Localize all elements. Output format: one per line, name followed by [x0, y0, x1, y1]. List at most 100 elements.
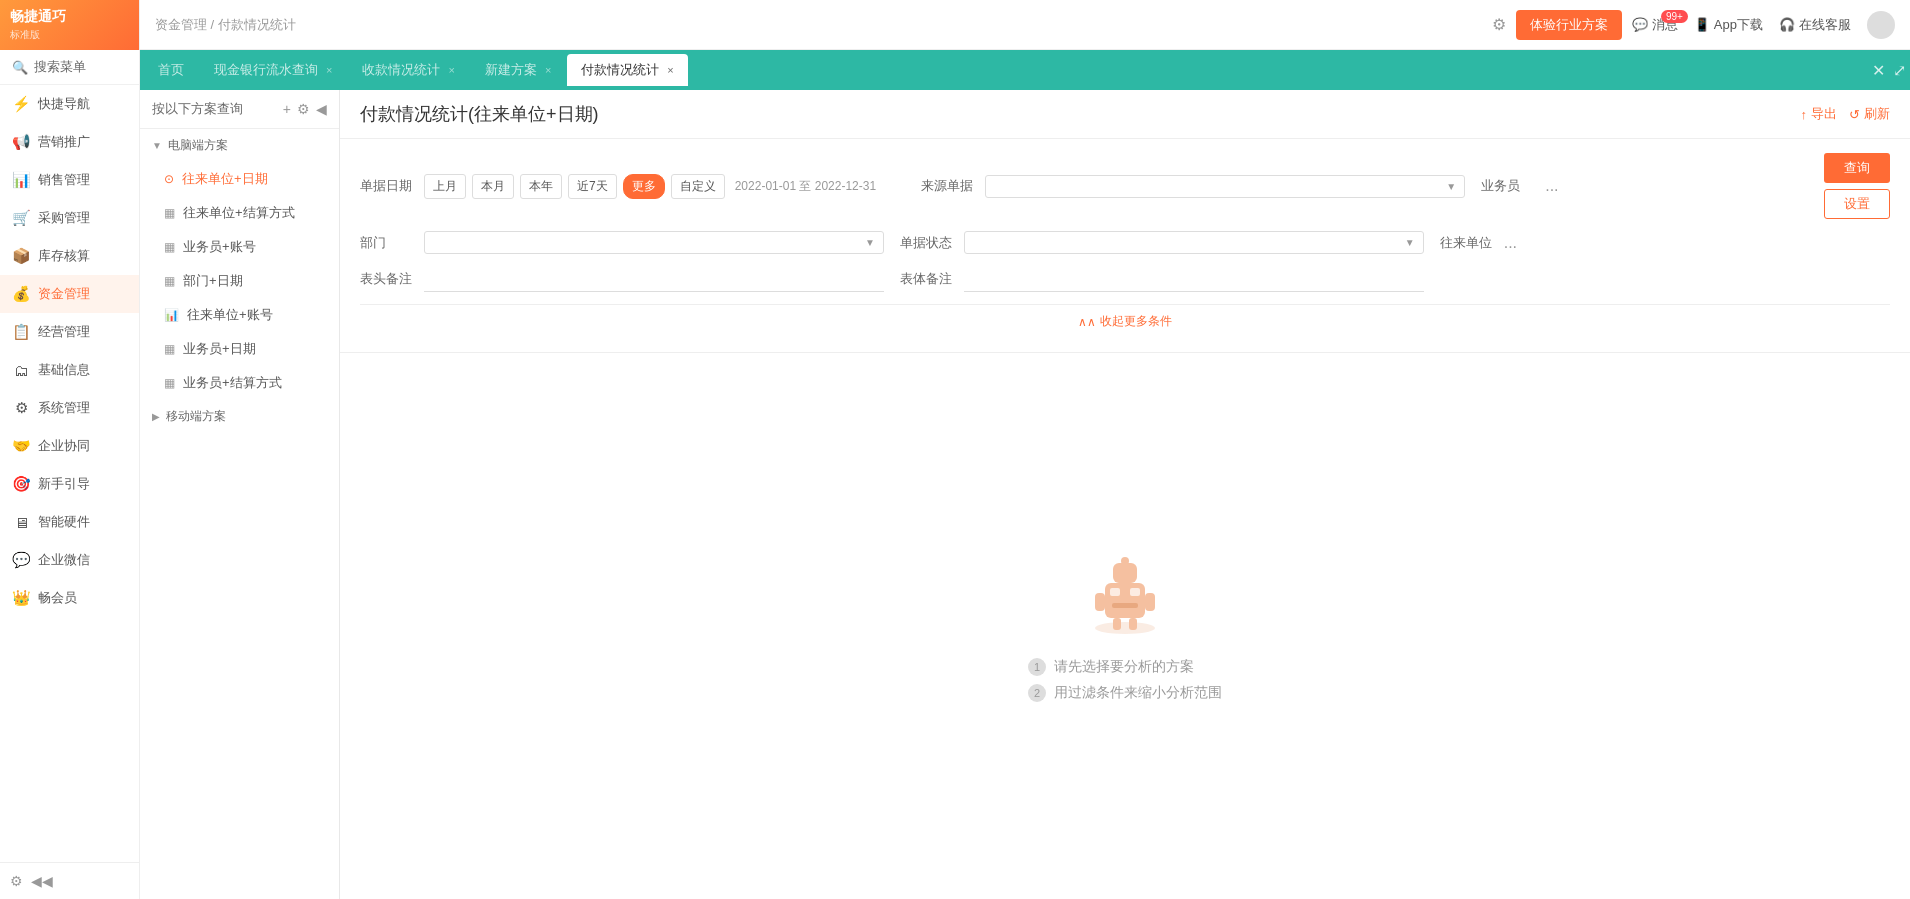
- settings-scheme-btn[interactable]: ⚙: [297, 101, 310, 117]
- query-btn[interactable]: 查询: [1824, 153, 1890, 183]
- dept-select[interactable]: ▼: [424, 231, 884, 254]
- sidebar-item-wechat[interactable]: 💬 企业微信: [0, 541, 139, 579]
- topbar-message-btn[interactable]: 💬 消息 99+: [1632, 16, 1678, 34]
- system-icon: ⚙: [12, 399, 30, 417]
- sidebar-item-inventory[interactable]: 📦 库存核算: [0, 237, 139, 275]
- sidebar-item-system[interactable]: ⚙ 系统管理: [0, 389, 139, 427]
- filter-settings-btn[interactable]: 设置: [1824, 189, 1890, 219]
- mobile-scheme-group: ▶ 移动端方案: [140, 400, 339, 433]
- tab-close-all-btn[interactable]: ✕: [1872, 61, 1885, 80]
- mobile-group-title[interactable]: ▶ 移动端方案: [140, 400, 339, 433]
- scheme-item-label: 业务员+账号: [183, 238, 256, 256]
- service-label: 在线客服: [1799, 16, 1851, 34]
- tab-new-scheme[interactable]: 新建方案 ×: [471, 54, 565, 86]
- date-btn-7days[interactable]: 近7天: [568, 174, 617, 199]
- tab-payment[interactable]: 付款情况统计 ×: [567, 54, 687, 86]
- sales-icon: 📊: [12, 171, 30, 189]
- tab-maximize-btn[interactable]: ⤢: [1893, 61, 1906, 80]
- desktop-scheme-group: ▼ 电脑端方案 ⊙ 往来单位+日期 ▦ 往来单位+结算方式 ▦ 业务员+账号 ▦: [140, 129, 339, 400]
- page-title: 付款情况统计(往来单位+日期): [360, 102, 599, 126]
- collapse-conditions-btn[interactable]: ∧∧ 收起更多条件: [360, 304, 1890, 338]
- date-btn-this-year[interactable]: 本年: [520, 174, 562, 199]
- desktop-group-arrow: ▼: [152, 140, 162, 151]
- topbar-right: 💬 消息 99+ 📱 App下载 🎧 在线客服: [1632, 11, 1895, 39]
- right-main: 付款情况统计(往来单位+日期) ↑ 导出 ↺ 刷新 单: [340, 90, 1910, 899]
- sidebar-item-basic-info[interactable]: 🗂 基础信息: [0, 351, 139, 389]
- tab-home-label: 首页: [158, 61, 184, 79]
- app-icon: 📱: [1694, 17, 1710, 32]
- sidebar-item-vip[interactable]: 👑 畅会员: [0, 579, 139, 617]
- collapse-arrow-icon: ∧∧: [1078, 315, 1096, 329]
- collapse-panel-btn[interactable]: ◀: [316, 101, 327, 117]
- sidebar-collapse-btn[interactable]: ◀◀: [31, 873, 53, 889]
- sidebar-item-marketing[interactable]: 📢 营销推广: [0, 123, 139, 161]
- tab-payment-close[interactable]: ×: [667, 64, 673, 76]
- sidebar-version: 标准版: [10, 28, 66, 42]
- export-btn[interactable]: ↑ 导出: [1801, 105, 1838, 123]
- sidebar-item-label: 企业微信: [38, 551, 90, 569]
- svg-rect-10: [1129, 618, 1137, 630]
- sidebar-item-sales[interactable]: 📊 销售管理: [0, 161, 139, 199]
- sidebar-item-hardware[interactable]: 🖥 智能硬件: [0, 503, 139, 541]
- staff-label: 业务员: [1481, 177, 1537, 195]
- sidebar-settings-btn[interactable]: ⚙: [10, 873, 23, 889]
- filter-unit-item: 往来单位 ...: [1440, 234, 1754, 252]
- sidebar-item-enterprise[interactable]: 🤝 企业协同: [0, 427, 139, 465]
- page-header: 付款情况统计(往来单位+日期) ↑ 导出 ↺ 刷新: [340, 90, 1910, 139]
- date-btn-more[interactable]: 更多: [623, 174, 665, 199]
- scheme-item-dept-date[interactable]: ▦ 部门+日期: [140, 264, 339, 298]
- scheme-item-staff-date[interactable]: ▦ 业务员+日期: [140, 332, 339, 366]
- scheme-item-unit-account[interactable]: 📊 往来单位+账号: [140, 298, 339, 332]
- app-label: App下载: [1714, 16, 1763, 34]
- sidebar-item-label: 新手引导: [38, 475, 90, 493]
- sidebar-item-label: 企业协同: [38, 437, 90, 455]
- sidebar-item-quick-nav[interactable]: ⚡ 快捷导航: [0, 85, 139, 123]
- add-scheme-btn[interactable]: +: [283, 101, 291, 117]
- sidebar-item-purchase[interactable]: 🛒 采购管理: [0, 199, 139, 237]
- source-select[interactable]: ▼: [985, 175, 1466, 198]
- scheme-item-unit-date[interactable]: ⊙ 往来单位+日期: [140, 162, 339, 196]
- tab-home[interactable]: 首页: [144, 54, 198, 86]
- tab-new-scheme-close[interactable]: ×: [545, 64, 551, 76]
- scheme-staff-date-icon: ▦: [164, 342, 175, 356]
- date-btn-custom[interactable]: 自定义: [671, 174, 725, 199]
- desktop-group-title[interactable]: ▼ 电脑端方案: [140, 129, 339, 162]
- scheme-item-label: 业务员+日期: [183, 340, 256, 358]
- sidebar-search-item[interactable]: 🔍 搜索菜单: [0, 50, 139, 85]
- sidebar-logo-text: 畅捷通巧: [10, 8, 66, 26]
- sidebar-item-operation[interactable]: 📋 经营管理: [0, 313, 139, 351]
- date-btn-last-month[interactable]: 上月: [424, 174, 466, 199]
- tab-bank-close[interactable]: ×: [326, 64, 332, 76]
- trial-btn[interactable]: 体验行业方案: [1516, 10, 1622, 40]
- guide-icon: 🎯: [12, 475, 30, 493]
- sidebar-logo: 畅捷通巧 标准版: [10, 8, 66, 42]
- sidebar-header: 畅捷通巧 标准版: [0, 0, 139, 50]
- header-note-input[interactable]: [424, 266, 884, 292]
- tab-receive-close[interactable]: ×: [448, 64, 454, 76]
- sidebar-item-guide[interactable]: 🎯 新手引导: [0, 465, 139, 503]
- body-note-input[interactable]: [964, 266, 1424, 292]
- sidebar: 畅捷通巧 标准版 🔍 搜索菜单 ⚡ 快捷导航 📢 营销推广 📊 销售管理 🛒 采…: [0, 0, 140, 899]
- scheme-item-label: 往来单位+账号: [187, 306, 273, 324]
- refresh-btn[interactable]: ↺ 刷新: [1849, 105, 1890, 123]
- unit-ellipsis[interactable]: ...: [1504, 234, 1517, 252]
- basic-info-icon: 🗂: [12, 361, 30, 379]
- topbar-app-btn[interactable]: 📱 App下载: [1694, 16, 1763, 34]
- sidebar-item-capital[interactable]: 💰 资金管理: [0, 275, 139, 313]
- scheme-unit-settle-icon: ▦: [164, 206, 175, 220]
- scheme-item-staff-account[interactable]: ▦ 业务员+账号: [140, 230, 339, 264]
- scheme-unit-date-icon: ⊙: [164, 172, 174, 186]
- staff-ellipsis[interactable]: ...: [1545, 177, 1558, 195]
- scheme-staff-settle-icon: ▦: [164, 376, 175, 390]
- topbar-avatar[interactable]: [1867, 11, 1895, 39]
- date-btn-this-month[interactable]: 本月: [472, 174, 514, 199]
- topbar-gear-icon[interactable]: ⚙: [1492, 15, 1506, 34]
- filter-source-item: 来源单据 ▼: [921, 175, 1466, 198]
- scheme-item-unit-settle[interactable]: ▦ 往来单位+结算方式: [140, 196, 339, 230]
- tab-receive[interactable]: 收款情况统计 ×: [348, 54, 468, 86]
- tab-bank[interactable]: 现金银行流水查询 ×: [200, 54, 346, 86]
- topbar-service-btn[interactable]: 🎧 在线客服: [1779, 16, 1851, 34]
- scheme-item-staff-settle[interactable]: ▦ 业务员+结算方式: [140, 366, 339, 400]
- doc-status-select[interactable]: ▼: [964, 231, 1424, 254]
- filter-staff-item: 业务员 ...: [1481, 177, 1808, 195]
